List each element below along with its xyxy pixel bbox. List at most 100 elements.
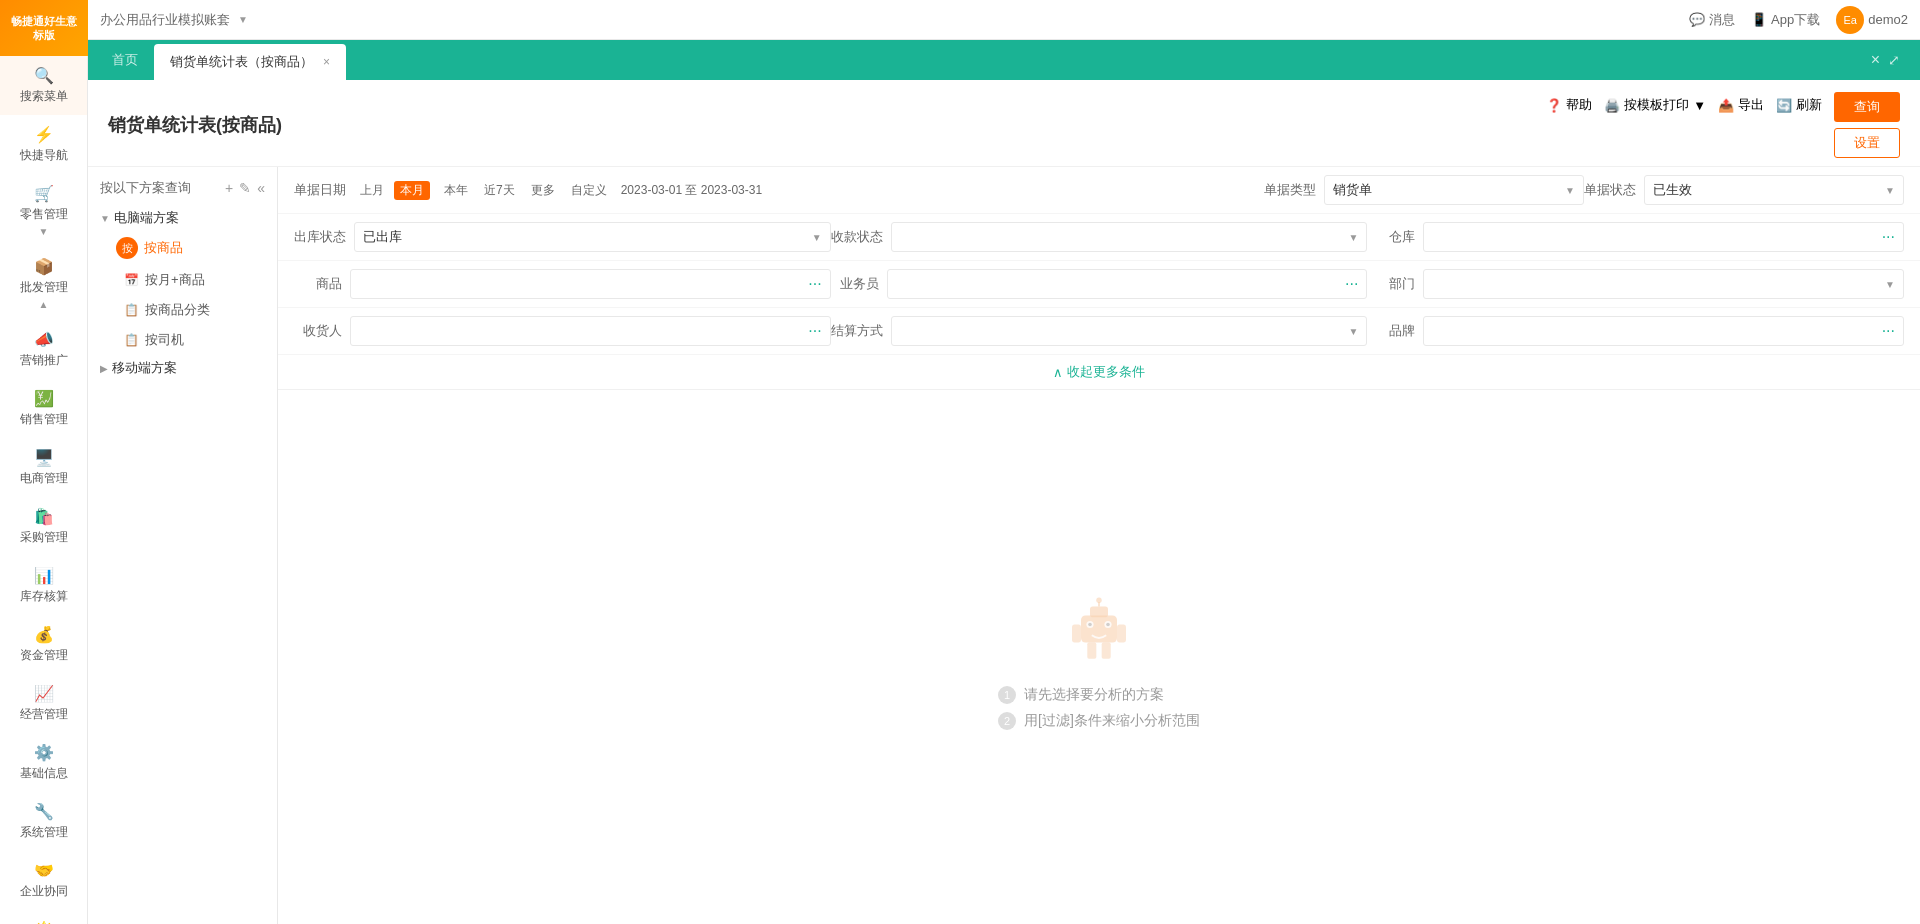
tab-close-icon[interactable]: × bbox=[323, 55, 330, 69]
sidebar-item-purchase[interactable]: 🛍️ 采购管理 bbox=[0, 497, 87, 556]
sidebar-item-operations[interactable]: 📈 经营管理 bbox=[0, 674, 87, 733]
svg-point-6 bbox=[1088, 623, 1092, 627]
date-this-month[interactable]: 本月 bbox=[394, 181, 430, 200]
window-close-icon[interactable]: × bbox=[1871, 51, 1880, 69]
collapse-bar[interactable]: ∧ 收起更多条件 bbox=[278, 355, 1920, 390]
scheme-sub-label-category: 按商品分类 bbox=[145, 301, 210, 319]
settle-dropdown: ▼ bbox=[1348, 326, 1358, 337]
date-more[interactable]: 更多 bbox=[525, 181, 561, 200]
export-btn[interactable]: 📤 导出 bbox=[1718, 96, 1764, 114]
messages-label: 消息 bbox=[1709, 11, 1735, 29]
query-button[interactable]: 查询 bbox=[1834, 92, 1900, 122]
sidebar-item-basic[interactable]: ⚙️ 基础信息 bbox=[0, 733, 87, 792]
payment-select[interactable]: ▼ bbox=[891, 222, 1368, 252]
tab-current[interactable]: 销货单统计表（按商品） × bbox=[154, 44, 346, 80]
settings-button[interactable]: 设置 bbox=[1834, 128, 1900, 158]
scheme-category-mobile[interactable]: ▶ 移动端方案 bbox=[88, 355, 277, 381]
inventory-icon: 📊 bbox=[34, 566, 54, 585]
scheme-item-active-dot: 按 bbox=[116, 237, 138, 259]
warehouse-select[interactable]: ··· bbox=[1423, 222, 1904, 252]
sub-icon-month: 📅 bbox=[124, 273, 139, 287]
staff-dots[interactable]: ··· bbox=[1345, 275, 1358, 293]
ecommerce-icon: 🖥️ bbox=[34, 448, 54, 467]
svg-rect-1 bbox=[1090, 607, 1108, 618]
brand-input[interactable]: ··· bbox=[1423, 316, 1904, 346]
page-content: 销货单统计表(按商品) ❓ 帮助 🖨️ 按模板打印 ▼ 📤 导出 bbox=[88, 80, 1920, 924]
filter-settle-item: 结算方式 ▼ bbox=[831, 316, 1368, 346]
goods-dots[interactable]: ··· bbox=[808, 275, 821, 293]
dept-select[interactable]: ▼ bbox=[1423, 269, 1904, 299]
warehouse-label: 仓库 bbox=[1367, 228, 1423, 246]
tab-home[interactable]: 首页 bbox=[96, 40, 154, 80]
date-this-year[interactable]: 本年 bbox=[438, 181, 474, 200]
brand-dots[interactable]: ··· bbox=[1882, 322, 1895, 340]
content-body: 按以下方案查询 + ✎ « ▼ 电脑端方案 按 按商品 bbox=[88, 167, 1920, 924]
hint-num-2: 2 bbox=[998, 712, 1016, 730]
sidebar-item-quicknav[interactable]: ⚡ 快捷导航 bbox=[0, 115, 87, 174]
status-value: 已生效 bbox=[1653, 181, 1692, 199]
user-area[interactable]: Ea demo2 bbox=[1836, 6, 1908, 34]
scheme-category-mobile-label: 移动端方案 bbox=[112, 359, 177, 377]
purchase-icon: 🛍️ bbox=[34, 507, 54, 526]
sidebar-item-marketing[interactable]: 📣 营销推广 bbox=[0, 320, 87, 379]
sidebar-item-inventory[interactable]: 📊 库存核算 bbox=[0, 556, 87, 615]
messages-btn[interactable]: 💬 消息 bbox=[1689, 11, 1735, 29]
sidebar-item-sales[interactable]: 💹 销售管理 bbox=[0, 379, 87, 438]
status-label: 单据状态 bbox=[1584, 181, 1644, 199]
filter-row-1: 单据日期 上月 本月 本年 近7天 更多 自定义 2023-03-01 至 20… bbox=[278, 167, 1920, 214]
refresh-btn[interactable]: 🔄 刷新 bbox=[1776, 96, 1822, 114]
warehouse-dots[interactable]: ··· bbox=[1882, 228, 1895, 246]
edit-scheme-icon[interactable]: ✎ bbox=[239, 180, 251, 196]
receiver-dots[interactable]: ··· bbox=[808, 322, 821, 340]
sidebar-item-newbie[interactable]: 🌟 新手引导 bbox=[0, 910, 87, 924]
staff-label: 业务员 bbox=[831, 275, 887, 293]
refresh-label: 刷新 bbox=[1796, 96, 1822, 114]
operations-icon: 📈 bbox=[34, 684, 54, 703]
filter-date-item: 单据日期 上月 本月 本年 近7天 更多 自定义 2023-03-01 至 20… bbox=[294, 181, 1264, 200]
goods-input[interactable]: ··· bbox=[350, 269, 831, 299]
sidebar-item-system[interactable]: 🔧 系统管理 bbox=[0, 792, 87, 851]
empty-hint-2: 2 用[过滤]条件来缩小分析范围 bbox=[998, 712, 1200, 730]
type-select[interactable]: 销货单 ▼ bbox=[1324, 175, 1584, 205]
scheme-sub-item-driver[interactable]: 📋 按司机 bbox=[88, 325, 277, 355]
scheme-panel-icons: + ✎ « bbox=[225, 180, 265, 196]
add-scheme-icon[interactable]: + bbox=[225, 180, 233, 196]
sidebar-item-search[interactable]: 🔍 搜索菜单 bbox=[0, 56, 87, 115]
date-custom[interactable]: 自定义 bbox=[565, 181, 613, 200]
sidebar-item-wholesale[interactable]: 📦 批发管理 ▲ bbox=[0, 247, 87, 320]
sidebar-item-retail[interactable]: 🛒 零售管理 ▼ bbox=[0, 174, 87, 247]
filter-stock-out-item: 出库状态 已出库 ▼ bbox=[294, 222, 831, 252]
retail-expand-icon: ▼ bbox=[39, 226, 49, 237]
basic-icon: ⚙️ bbox=[34, 743, 54, 762]
filter-receiver-item: 收货人 ··· bbox=[294, 316, 831, 346]
help-label: 帮助 bbox=[1566, 96, 1592, 114]
product-dropdown-icon[interactable]: ▼ bbox=[238, 14, 248, 25]
stock-out-select[interactable]: 已出库 ▼ bbox=[354, 222, 831, 252]
product-name-area: 办公用品行业模拟账套 ▼ bbox=[100, 11, 248, 29]
sidebar-item-enterprise[interactable]: 🤝 企业协同 bbox=[0, 851, 87, 910]
sidebar-item-purchase-label: 采购管理 bbox=[20, 529, 68, 546]
scheme-category-pc[interactable]: ▼ 电脑端方案 bbox=[88, 205, 277, 231]
date-last-month[interactable]: 上月 bbox=[354, 181, 390, 200]
status-select[interactable]: 已生效 ▼ bbox=[1644, 175, 1904, 205]
staff-input[interactable]: ··· bbox=[887, 269, 1368, 299]
settle-select[interactable]: ▼ bbox=[891, 316, 1368, 346]
sidebar-item-finance[interactable]: 💰 资金管理 bbox=[0, 615, 87, 674]
collapse-scheme-icon[interactable]: « bbox=[257, 180, 265, 196]
scheme-sub-item-category[interactable]: 📋 按商品分类 bbox=[88, 295, 277, 325]
print-label: 按模板打印 bbox=[1624, 96, 1689, 114]
empty-hint-1: 1 请先选择要分析的方案 bbox=[998, 686, 1200, 704]
help-btn[interactable]: ❓ 帮助 bbox=[1546, 96, 1592, 114]
print-dropdown-icon[interactable]: ▼ bbox=[1693, 98, 1706, 113]
app-download-btn[interactable]: 📱 App下载 bbox=[1751, 11, 1820, 29]
scheme-item-by-goods[interactable]: 按 按商品 bbox=[88, 231, 277, 265]
date-7days[interactable]: 近7天 bbox=[478, 181, 521, 200]
sidebar-item-ecommerce[interactable]: 🖥️ 电商管理 bbox=[0, 438, 87, 497]
system-icon: 🔧 bbox=[34, 802, 54, 821]
scheme-sub-item-month-goods[interactable]: 📅 按月+商品 bbox=[88, 265, 277, 295]
print-btn[interactable]: 🖨️ 按模板打印 ▼ bbox=[1604, 96, 1706, 114]
category-mobile-expand-icon: ▶ bbox=[100, 363, 108, 374]
receiver-input[interactable]: ··· bbox=[350, 316, 831, 346]
window-maximize-icon[interactable]: ⤢ bbox=[1888, 52, 1900, 68]
marketing-icon: 📣 bbox=[34, 330, 54, 349]
